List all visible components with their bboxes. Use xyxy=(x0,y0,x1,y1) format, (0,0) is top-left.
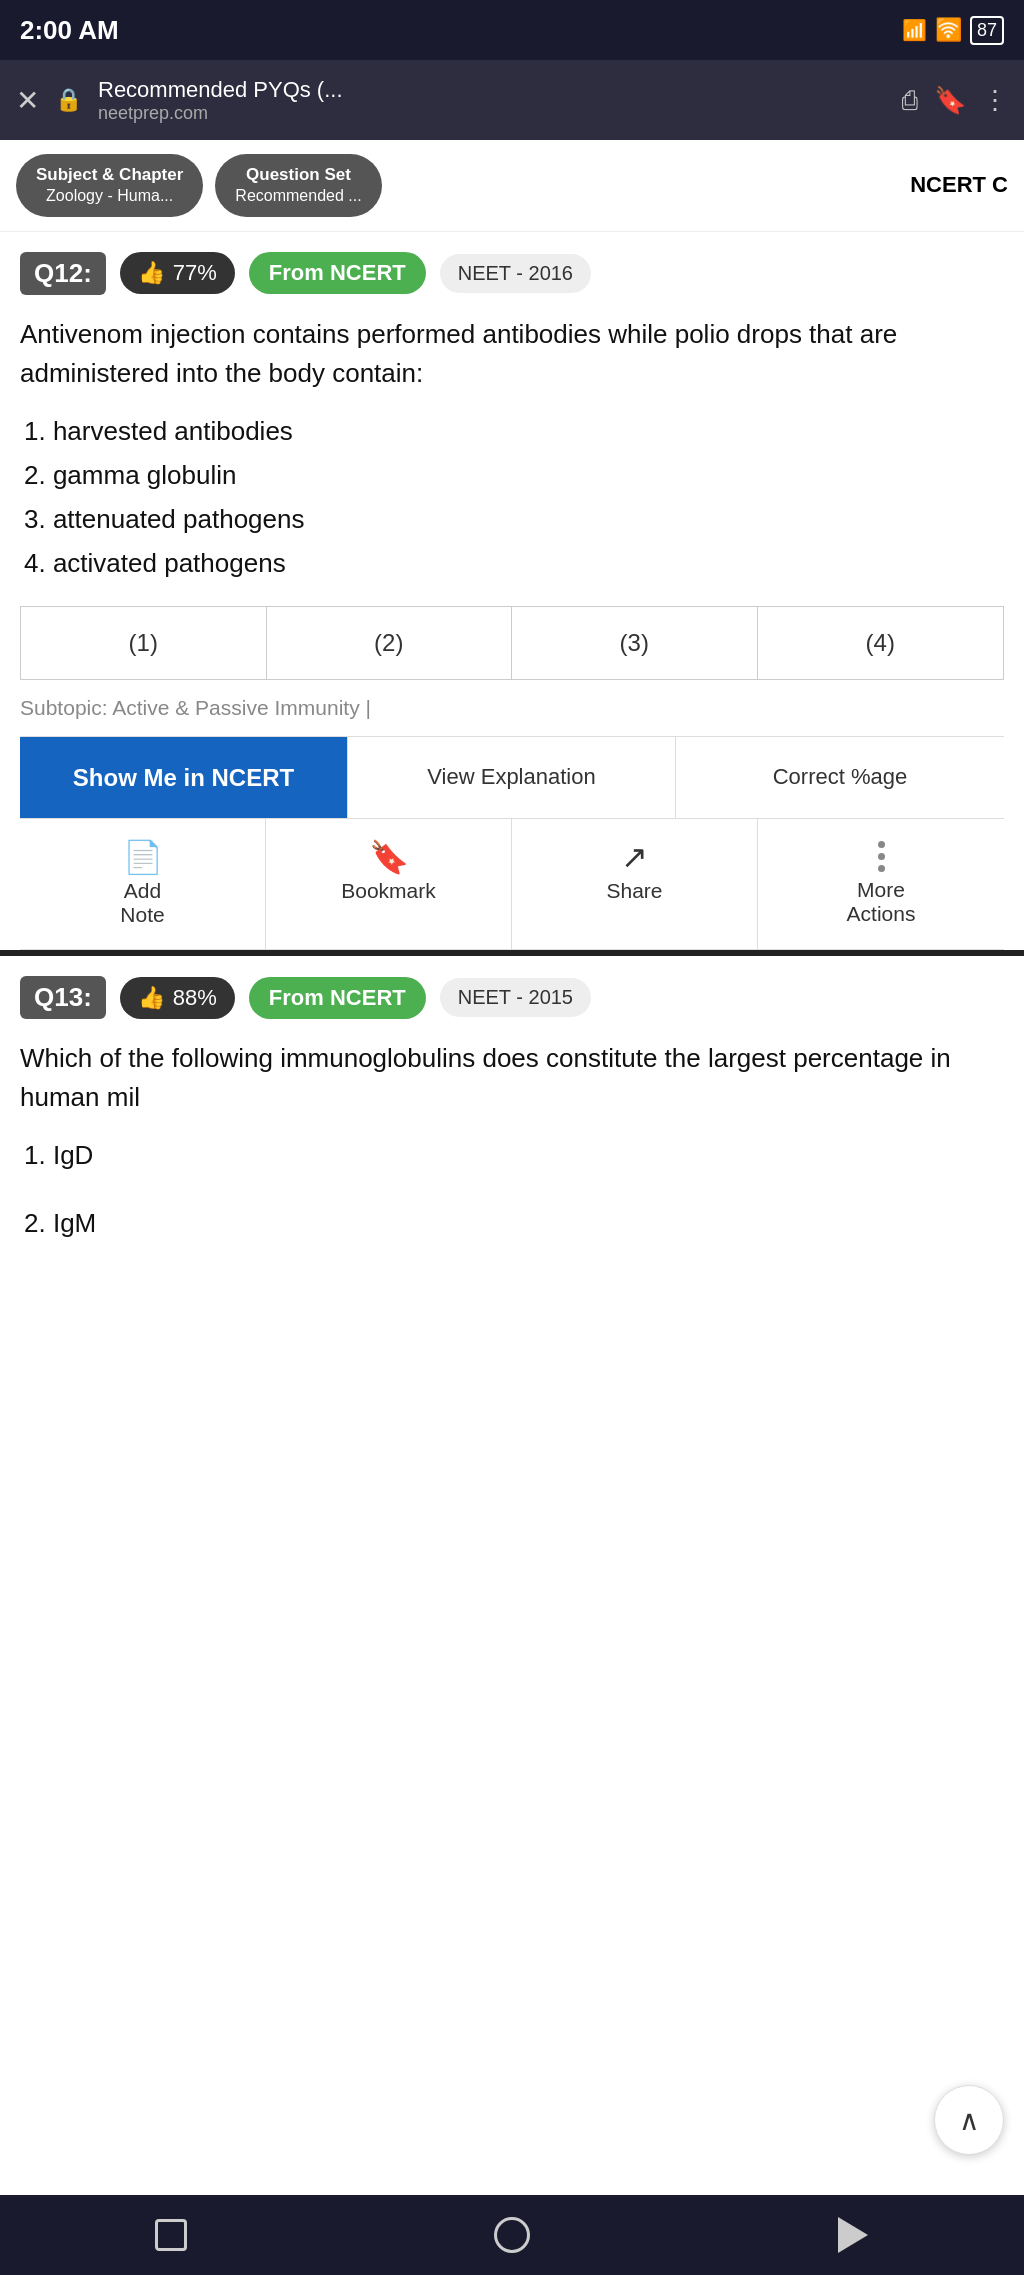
browser-bar: ✕ 🔒 Recommended PYQs (... neetprep.com ⎙… xyxy=(0,60,1024,140)
question-set-chip[interactable]: Question Set Recommended ... xyxy=(215,154,381,217)
list-item: 2. gamma globulin xyxy=(24,453,1004,497)
q12-action-row-2: 📄 AddNote 🔖 Bookmark ↗ Share MoreActions xyxy=(20,819,1004,950)
answer-option-2[interactable]: (2) xyxy=(267,607,513,679)
bookmark-icon: 🔖 xyxy=(369,841,409,873)
ncert-filter[interactable]: NCERT C xyxy=(910,172,1008,198)
question-12-card: Q12: 👍 77% From NCERT NEET - 2016 Antive… xyxy=(0,232,1024,956)
q12-action-row-1: Show Me in NCERT View Explanation Correc… xyxy=(20,736,1004,820)
q12-like-badge: 👍 77% xyxy=(120,252,235,294)
thumbs-up-icon-q13: 👍 xyxy=(138,985,165,1011)
nav-circle-icon xyxy=(494,2217,530,2253)
filter-bar: Subject & Chapter Zoology - Huma... Ques… xyxy=(0,140,1024,232)
list-item: 4. activated pathogens xyxy=(24,541,1004,585)
q13-options: 1. IgD 2. IgM xyxy=(20,1133,1004,1245)
q12-options: 1. harvested antibodies 2. gamma globuli… xyxy=(20,409,1004,586)
q13-ncert-badge: From NCERT xyxy=(249,977,426,1019)
nav-back-button[interactable] xyxy=(823,2205,883,2265)
view-explanation-button[interactable]: View Explanation xyxy=(348,737,676,819)
browser-title-area: Recommended PYQs (... neetprep.com xyxy=(98,77,886,124)
bookmark-label: Bookmark xyxy=(341,879,436,903)
status-icons: 📶 🛜 87 xyxy=(902,16,1004,45)
list-item: 2. IgM xyxy=(24,1201,1004,1245)
add-note-button[interactable]: 📄 AddNote xyxy=(20,819,266,949)
q12-answer-grid: (1) (2) (3) (4) xyxy=(20,606,1004,680)
add-note-icon: 📄 xyxy=(123,841,163,873)
share-button[interactable]: ⎙ xyxy=(902,85,918,116)
nav-bar xyxy=(0,2195,1024,2275)
status-bar: 2:00 AM 📶 🛜 87 xyxy=(0,0,1024,60)
status-time: 2:00 AM xyxy=(20,15,119,46)
bookmark-browser-button[interactable]: 🔖 xyxy=(934,85,966,116)
answer-option-3[interactable]: (3) xyxy=(512,607,758,679)
answer-option-4[interactable]: (4) xyxy=(758,607,1004,679)
lock-icon: 🔒 xyxy=(55,87,82,113)
q12-year-badge: NEET - 2016 xyxy=(440,254,591,293)
q13-question-text: Which of the following immunoglobulins d… xyxy=(20,1039,1004,1117)
q12-header: Q12: 👍 77% From NCERT NEET - 2016 xyxy=(20,252,1004,295)
nav-home-button[interactable] xyxy=(482,2205,542,2265)
q12-number: Q12: xyxy=(20,252,106,295)
signal-icon: 📶 xyxy=(902,18,927,42)
q12-question-text: Antivenom injection contains performed a… xyxy=(20,315,1004,393)
more-actions-label: MoreActions xyxy=(847,878,916,926)
show-in-ncert-button[interactable]: Show Me in NCERT xyxy=(20,737,348,819)
nav-square-button[interactable] xyxy=(141,2205,201,2265)
bookmark-button[interactable]: 🔖 Bookmark xyxy=(266,819,512,949)
q13-like-badge: 👍 88% xyxy=(120,977,235,1019)
q13-number: Q13: xyxy=(20,976,106,1019)
battery-icon: 87 xyxy=(970,16,1004,45)
more-actions-icon xyxy=(878,841,885,872)
add-note-label: AddNote xyxy=(120,879,164,927)
thumbs-up-icon: 👍 xyxy=(138,260,165,286)
nav-square-icon xyxy=(155,2219,187,2251)
browser-close-button[interactable]: ✕ xyxy=(16,84,39,117)
list-item: 1. harvested antibodies xyxy=(24,409,1004,453)
share-label: Share xyxy=(606,879,662,903)
share-icon: ↗ xyxy=(621,841,648,873)
list-item: 3. attenuated pathogens xyxy=(24,497,1004,541)
share-question-button[interactable]: ↗ Share xyxy=(512,819,758,949)
question-13-card: Q13: 👍 88% From NCERT NEET - 2015 Which … xyxy=(0,956,1024,1245)
correct-percentage-button[interactable]: Correct %age xyxy=(676,737,1004,819)
more-actions-button[interactable]: MoreActions xyxy=(758,819,1004,949)
q13-header: Q13: 👍 88% From NCERT NEET - 2015 xyxy=(20,976,1004,1019)
browser-title: Recommended PYQs (... xyxy=(98,77,886,103)
q12-ncert-badge: From NCERT xyxy=(249,252,426,294)
browser-url: neetprep.com xyxy=(98,103,886,124)
q12-subtopic: Subtopic: Active & Passive Immunity | xyxy=(20,696,1004,720)
nav-triangle-icon xyxy=(838,2217,868,2253)
more-browser-button[interactable]: ⋮ xyxy=(982,85,1008,116)
list-item: 1. IgD xyxy=(24,1133,1004,1177)
wifi-icon: 🛜 xyxy=(935,17,962,43)
q13-year-badge: NEET - 2015 xyxy=(440,978,591,1017)
subject-chapter-chip[interactable]: Subject & Chapter Zoology - Huma... xyxy=(16,154,203,217)
answer-option-1[interactable]: (1) xyxy=(21,607,267,679)
scroll-top-button[interactable]: ∧ xyxy=(934,2085,1004,2155)
